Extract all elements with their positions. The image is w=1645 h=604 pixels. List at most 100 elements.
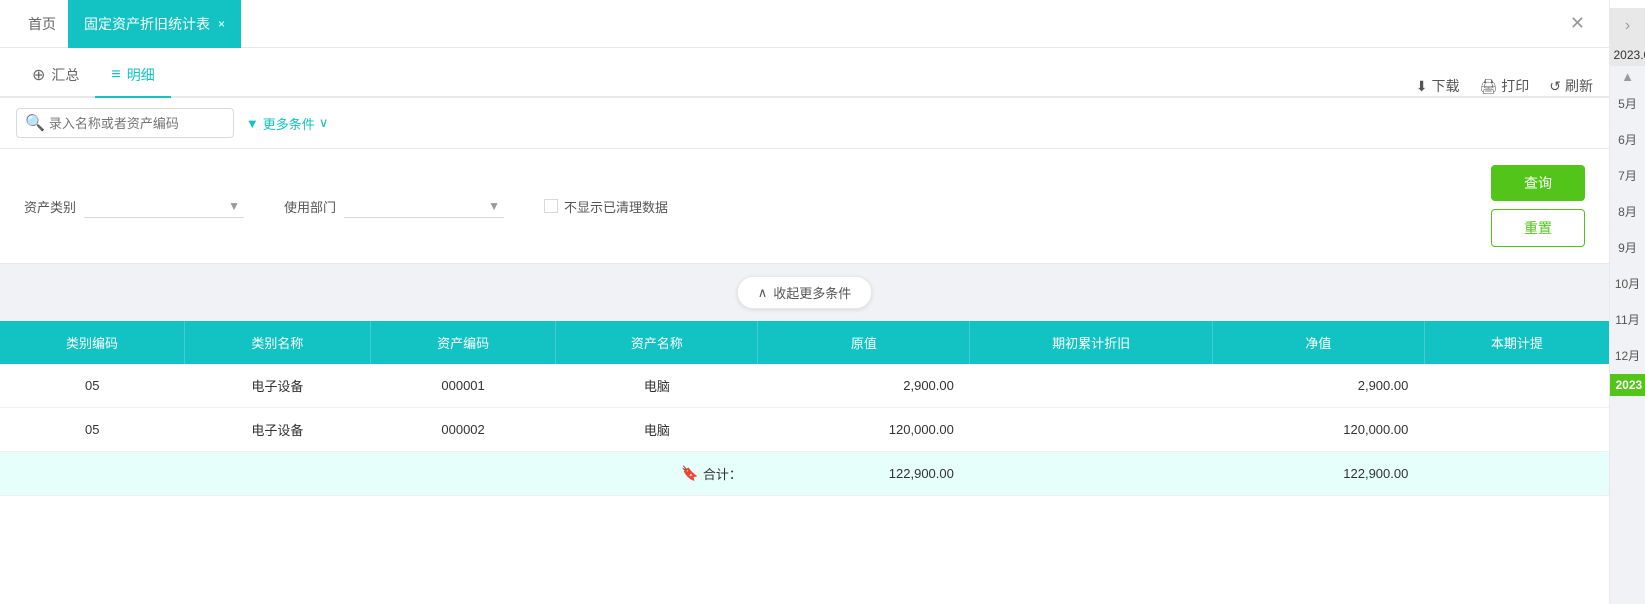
cell-category-name: 电子设备 [185,408,371,452]
table-row: 05 电子设备 000002 电脑 120,000.00 120,000.00 [0,408,1609,452]
refresh-icon: ↺ [1549,78,1561,95]
refresh-label: 刷新 [1565,76,1593,96]
tab-summary-label: 汇总 [51,65,79,85]
tab-detail-label: 明细 [127,65,155,85]
cell-acc-depreciation [970,364,1212,408]
total-empty-2 [185,452,371,496]
collapse-label: 收起更多条件 [773,283,851,302]
asset-category-field: 资产类别 ▼ [24,194,244,218]
tab-close-icon[interactable]: × [218,17,225,31]
detail-icon: ≡ [111,66,120,84]
month-item[interactable]: 12月 [1610,338,1645,374]
col-current-depreciation: 本期计提 [1424,321,1609,364]
filter-bar: 🔍 ▼ 更多条件 ∨ [0,98,1609,149]
department-field: 使用部门 ▼ [284,194,504,218]
col-net-value: 净值 [1212,321,1424,364]
cell-category-code: 05 [0,364,185,408]
cell-asset-code: 000001 [370,364,556,408]
col-acc-depreciation: 期初累计折旧 [970,321,1212,364]
month-item[interactable]: 10月 [1610,266,1645,302]
home-nav[interactable]: 首页 [16,14,68,34]
more-conditions-button[interactable]: ▼ 更多条件 ∨ [246,114,328,133]
total-current-depreciation [1424,452,1609,496]
cell-net-value: 120,000.00 [1212,408,1424,452]
download-button[interactable]: ⬇ 下载 [1416,76,1460,96]
cell-current-depreciation [1424,408,1609,452]
advanced-filter: 资产类别 ▼ 使用部门 ▼ 不显示已清理数据 查询 重置 [0,149,1609,264]
total-icon: 🔖 [681,465,698,482]
total-label-text: 合计： [703,464,742,483]
top-nav: 首页 固定资产折旧统计表 × ✕ [0,0,1609,48]
print-label: 打印 [1501,76,1529,96]
tab-bar: ⊕ 汇总 ≡ 明细 ⬇ 下载 🖨 打印 ↺ 刷新 [0,48,1609,98]
col-asset-name: 资产名称 [556,321,758,364]
tab-title: 固定资产折旧统计表 [84,14,210,34]
summary-icon: ⊕ [32,65,45,85]
year-badge[interactable]: 2023 [1610,374,1645,396]
table-header-row: 类别编码 类别名称 资产编码 资产名称 原值 期初累计折旧 净值 本期计提 [0,321,1609,364]
cell-asset-name: 电脑 [556,408,758,452]
tab-detail[interactable]: ≡ 明细 [95,54,170,98]
search-icon: 🔍 [25,113,45,133]
month-nav: 5月6月7月8月9月10月11月12月 [1610,86,1645,374]
hide-cleared-checkbox[interactable] [544,199,558,213]
cell-category-code: 05 [0,408,185,452]
more-conditions-label: 更多条件 [263,114,315,133]
cell-original-value: 2,900.00 [758,364,970,408]
total-original-value: 122,900.00 [758,452,970,496]
total-label-cell: 🔖 合计： [556,452,758,496]
download-icon: ⬇ [1416,78,1428,95]
cell-original-value: 120,000.00 [758,408,970,452]
active-tab[interactable]: 固定资产折旧统计表 × [68,0,241,48]
month-item[interactable]: 7月 [1610,158,1645,194]
cell-acc-depreciation [970,408,1212,452]
department-select[interactable]: ▼ [344,194,504,218]
total-net-value: 122,900.00 [1212,452,1424,496]
col-original-value: 原值 [758,321,970,364]
query-button[interactable]: 查询 [1491,165,1585,201]
search-input[interactable] [49,116,225,131]
search-wrap[interactable]: 🔍 [16,108,234,138]
print-button[interactable]: 🖨 打印 [1479,76,1529,96]
data-table: 类别编码 类别名称 资产编码 资产名称 原值 期初累计折旧 净值 本期计提 05… [0,321,1609,496]
table-wrap: 类别编码 类别名称 资产编码 资产名称 原值 期初累计折旧 净值 本期计提 05… [0,321,1609,604]
chevron-down-icon: ∨ [319,115,329,131]
reset-button[interactable]: 重置 [1491,209,1585,247]
hide-cleared-field[interactable]: 不显示已清理数据 [544,197,668,216]
date-display: 2023.01 [1610,44,1645,66]
tab-summary[interactable]: ⊕ 汇总 [16,54,95,98]
cell-asset-code: 000002 [370,408,556,452]
total-row: 🔖 合计： 122,900.00 122,900.00 [0,452,1609,496]
cell-asset-name: 电脑 [556,364,758,408]
tab-actions: ⬇ 下载 🖨 打印 ↺ 刷新 [1416,76,1593,96]
collapse-button[interactable]: ∧ 收起更多条件 [737,276,873,309]
window-close-button[interactable]: ✕ [1562,13,1593,34]
asset-category-label: 资产类别 [24,197,76,216]
month-item[interactable]: 5月 [1610,86,1645,122]
right-panel: › 2023.01 ▲ 5月6月7月8月9月10月11月12月 2023 [1609,0,1645,604]
scroll-up-button[interactable]: ▲ [1610,66,1645,86]
col-category-name: 类别名称 [185,321,371,364]
month-item[interactable]: 11月 [1610,302,1645,338]
print-icon: 🖨 [1479,78,1497,95]
asset-category-arrow: ▼ [228,199,240,213]
total-empty-1 [0,452,185,496]
cell-current-depreciation [1424,364,1609,408]
col-asset-code: 资产编码 [370,321,556,364]
chevron-up-icon: ∧ [758,285,768,301]
total-empty-3 [370,452,556,496]
panel-expand-arrow[interactable]: › [1610,8,1645,44]
month-item[interactable]: 8月 [1610,194,1645,230]
cell-category-name: 电子设备 [185,364,371,408]
hide-cleared-label: 不显示已清理数据 [564,197,668,216]
refresh-button[interactable]: ↺ 刷新 [1549,76,1593,96]
filter-buttons: 查询 重置 [1491,165,1585,247]
total-acc-depreciation [970,452,1212,496]
filter-icon: ▼ [246,116,259,131]
table-row: 05 电子设备 000001 电脑 2,900.00 2,900.00 [0,364,1609,408]
month-item[interactable]: 9月 [1610,230,1645,266]
department-arrow: ▼ [488,199,500,213]
month-item[interactable]: 6月 [1610,122,1645,158]
department-label: 使用部门 [284,197,336,216]
asset-category-select[interactable]: ▼ [84,194,244,218]
